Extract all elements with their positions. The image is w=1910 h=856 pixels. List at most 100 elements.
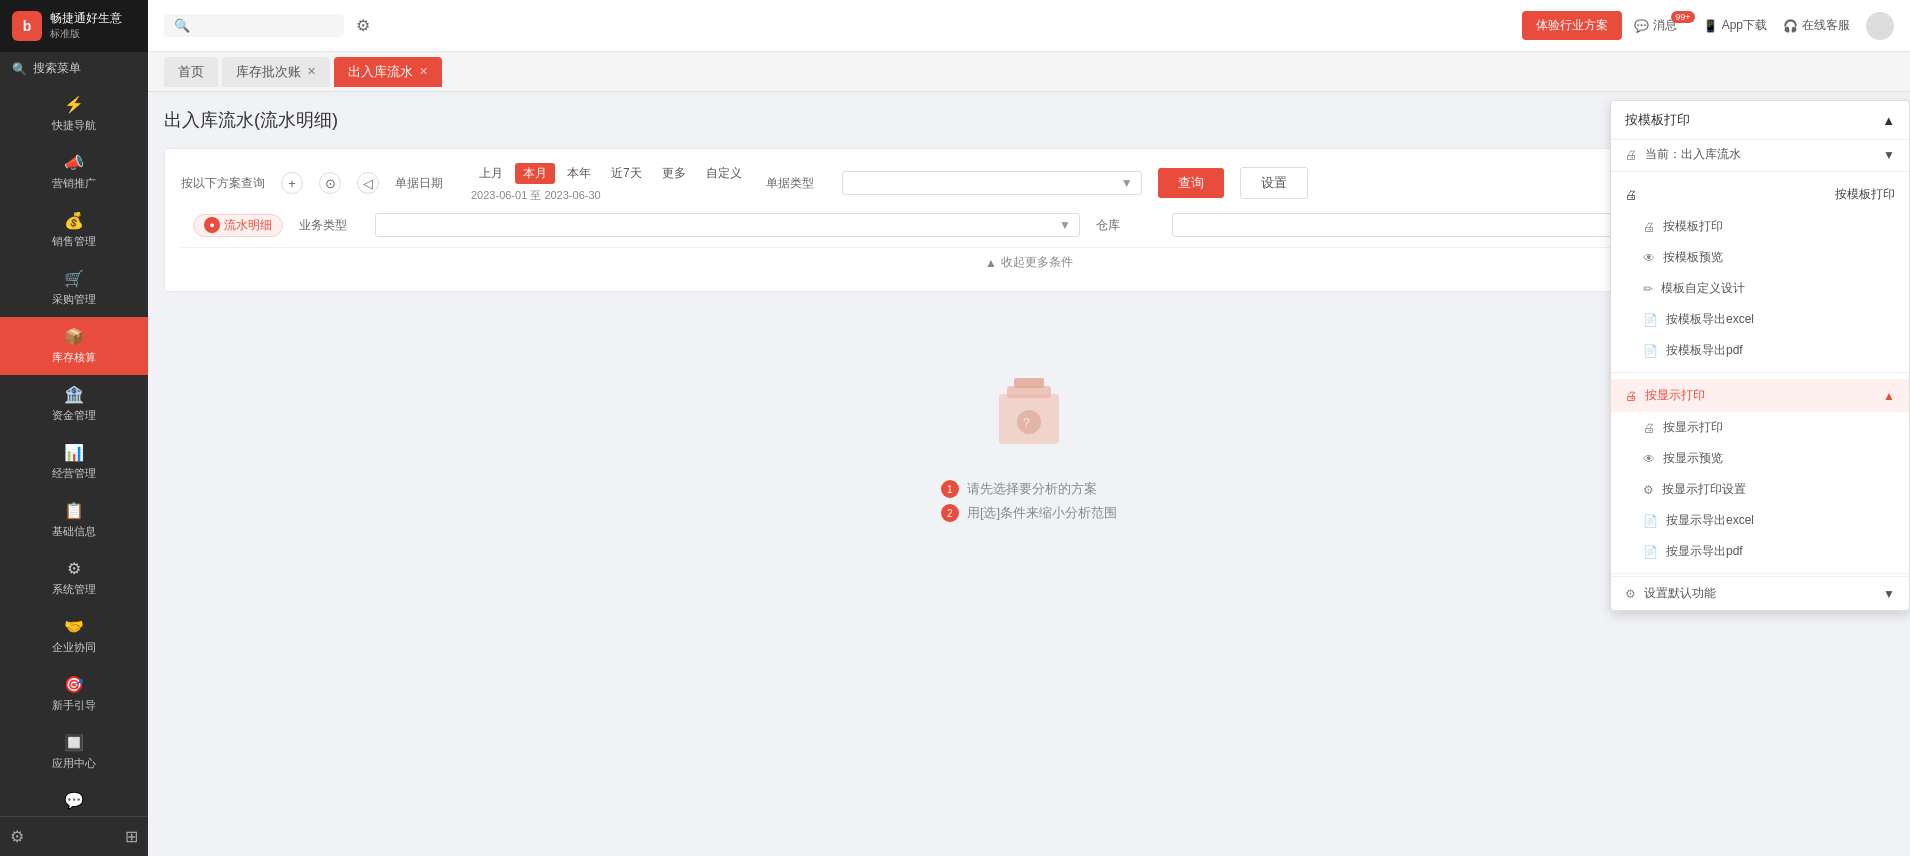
svg-rect-2	[1014, 378, 1044, 388]
filter-collapse-button[interactable]: ◁	[357, 172, 379, 194]
date-range-display: 2023-06-01 至 2023-06-30	[471, 188, 750, 203]
display-print-item-4[interactable]: 📄 按显示导出excel	[1611, 505, 1909, 536]
search-menu-label: 搜索菜单	[33, 60, 81, 77]
customer-service-label: 在线客服	[1802, 17, 1850, 34]
display-print-3-label: 按显示打印设置	[1662, 481, 1746, 498]
filter-settings-button[interactable]: ⊙	[319, 172, 341, 194]
app-download-label: App下载	[1722, 17, 1767, 34]
print-dropdown-footer[interactable]: ⚙ 设置默认功能 ▼	[1611, 576, 1909, 610]
template-print-item-1[interactable]: 🖨 按模板打印	[1611, 211, 1909, 242]
app-center-icon: 🔲	[64, 733, 84, 752]
top-header: 🔍 ⚙ 体验行业方案 💬 消息 99+ 📱 App下载 🎧 在线客服	[148, 0, 1910, 52]
date-tab-this-month[interactable]: 本月	[515, 163, 555, 184]
print-current-label: 当前：出入库流水	[1645, 146, 1883, 163]
filter-settings-action-button[interactable]: 设置	[1240, 167, 1308, 199]
sidebar-item-label: 经营管理	[52, 466, 96, 481]
empty-step-2: 2 用[选]条件来缩小分析范围	[941, 504, 1117, 522]
sidebar-item-system[interactable]: ⚙ 系统管理	[0, 549, 148, 607]
sidebar-item-label: 快捷导航	[52, 118, 96, 133]
display-print-item-5[interactable]: 📄 按显示导出pdf	[1611, 536, 1909, 567]
display-print-4-icon: 📄	[1643, 514, 1658, 528]
industry-solution-button[interactable]: 体验行业方案	[1522, 11, 1622, 40]
finance-icon: 🏦	[64, 385, 84, 404]
display-print-arrow: ▲	[1883, 389, 1895, 403]
date-label: 单据日期	[395, 175, 455, 192]
sidebar-item-label: 基础信息	[52, 524, 96, 539]
sidebar-item-finance[interactable]: 🏦 资金管理	[0, 375, 148, 433]
sidebar-item-sales[interactable]: 💰 销售管理	[0, 201, 148, 259]
warehouse-label: 仓库	[1096, 217, 1156, 234]
template-print-4-icon: 📄	[1643, 313, 1658, 327]
collapse-label: 收起更多条件	[1001, 254, 1073, 271]
template-print-item-2[interactable]: 👁 按模板预览	[1611, 242, 1909, 273]
tab-inventory-flow[interactable]: 出入库流水 ✕	[334, 57, 442, 87]
user-avatar[interactable]	[1866, 12, 1894, 40]
display-print-5-label: 按显示导出pdf	[1666, 543, 1743, 560]
customer-service-action[interactable]: 🎧 在线客服	[1783, 17, 1850, 34]
display-print-3-icon: ⚙	[1643, 483, 1654, 497]
template-print-header[interactable]: 🖨 按模板打印	[1611, 178, 1909, 211]
close-batch-account-icon[interactable]: ✕	[307, 65, 316, 78]
template-print-2-icon: 👁	[1643, 251, 1655, 265]
display-print-header[interactable]: 🖨 按显示打印 ▲	[1611, 379, 1909, 412]
message-badge: 99+	[1671, 11, 1694, 23]
wechat-icon: 💬	[64, 791, 84, 810]
tab-home[interactable]: 首页	[164, 57, 218, 87]
sidebar-item-quick-nav[interactable]: ⚡ 快捷导航	[0, 85, 148, 143]
empty-step-1: 1 请先选择要分析的方案	[941, 480, 1117, 498]
template-print-icon: 🖨	[1625, 188, 1637, 202]
business-type-field[interactable]: ▼	[375, 213, 1080, 237]
query-button[interactable]: 查询	[1158, 168, 1224, 198]
sidebar-item-operations[interactable]: 📊 经营管理	[0, 433, 148, 491]
operations-icon: 📊	[64, 443, 84, 462]
template-print-3-label: 模板自定义设计	[1661, 280, 1745, 297]
template-print-item-3[interactable]: ✏ 模板自定义设计	[1611, 273, 1909, 304]
date-tab-more[interactable]: 更多	[654, 163, 694, 184]
date-tab-custom[interactable]: 自定义	[698, 163, 750, 184]
sidebar-item-guide[interactable]: 🎯 新手引导	[0, 665, 148, 723]
display-print-section: 🖨 按显示打印 ▲ 🖨 按显示打印 👁 按显示预览 ⚙ 按显示打印设置 📄 按显…	[1611, 375, 1909, 571]
app-download-action[interactable]: 📱 App下载	[1703, 17, 1767, 34]
date-tab-last-7-days[interactable]: 近7天	[603, 163, 650, 184]
sidebar-item-label: 新手引导	[52, 698, 96, 713]
message-action[interactable]: 💬 消息 99+	[1634, 17, 1687, 34]
template-print-item-5[interactable]: 📄 按模板导出pdf	[1611, 335, 1909, 366]
display-print-5-icon: 📄	[1643, 545, 1658, 559]
print-collapse-icon[interactable]: ▲	[1882, 113, 1895, 128]
display-print-item-3[interactable]: ⚙ 按显示打印设置	[1611, 474, 1909, 505]
tab-bar: 首页 库存批次账 ✕ 出入库流水 ✕	[148, 52, 1910, 92]
filter-add-button[interactable]: +	[281, 172, 303, 194]
date-tab-last-month[interactable]: 上月	[471, 163, 511, 184]
search-icon: 🔍	[12, 62, 27, 76]
doc-type-dropdown[interactable]: ▼	[842, 171, 1142, 195]
sidebar-item-app-center[interactable]: 🔲 应用中心	[0, 723, 148, 781]
sidebar-item-basic-info[interactable]: 📋 基础信息	[0, 491, 148, 549]
print-dropdown-header: 按模板打印 ▲	[1611, 101, 1909, 140]
selected-filter-tag[interactable]: ● 流水明细	[193, 214, 283, 237]
service-icon: 🎧	[1783, 19, 1798, 33]
display-print-2-icon: 👁	[1643, 452, 1655, 466]
tab-batch-account[interactable]: 库存批次账 ✕	[222, 57, 330, 87]
header-search-box[interactable]: 🔍	[164, 14, 344, 37]
date-tab-this-year[interactable]: 本年	[559, 163, 599, 184]
template-print-item-4[interactable]: 📄 按模板导出excel	[1611, 304, 1909, 335]
display-print-item-2[interactable]: 👁 按显示预览	[1611, 443, 1909, 474]
sidebar-item-marketing[interactable]: 📣 营销推广	[0, 143, 148, 201]
sidebar-search[interactable]: 🔍 搜索菜单	[0, 52, 148, 85]
sidebar-item-label: 应用中心	[52, 756, 96, 771]
sidebar-expand-icon[interactable]: ⊞	[125, 827, 138, 846]
display-print-item-1[interactable]: 🖨 按显示打印	[1611, 412, 1909, 443]
print-current-arrow[interactable]: ▼	[1883, 148, 1895, 162]
svg-text:?: ?	[1023, 416, 1030, 430]
sidebar-item-cooperation[interactable]: 🤝 企业协同	[0, 607, 148, 665]
header-search-icon: 🔍	[174, 18, 190, 33]
sidebar-item-wechat[interactable]: 💬 企业微信	[0, 781, 148, 816]
sidebar-item-label: 销售管理	[52, 234, 96, 249]
header-search-input[interactable]	[196, 19, 316, 33]
sidebar-item-inventory[interactable]: 📦 库存核算	[0, 317, 148, 375]
close-inventory-flow-icon[interactable]: ✕	[419, 65, 428, 78]
sidebar-logo: b 畅捷通好生意 标准版	[0, 0, 148, 52]
sidebar-settings-icon[interactable]: ⚙	[10, 827, 24, 846]
header-gear-button[interactable]: ⚙	[356, 16, 370, 35]
sidebar-item-purchase[interactable]: 🛒 采购管理	[0, 259, 148, 317]
